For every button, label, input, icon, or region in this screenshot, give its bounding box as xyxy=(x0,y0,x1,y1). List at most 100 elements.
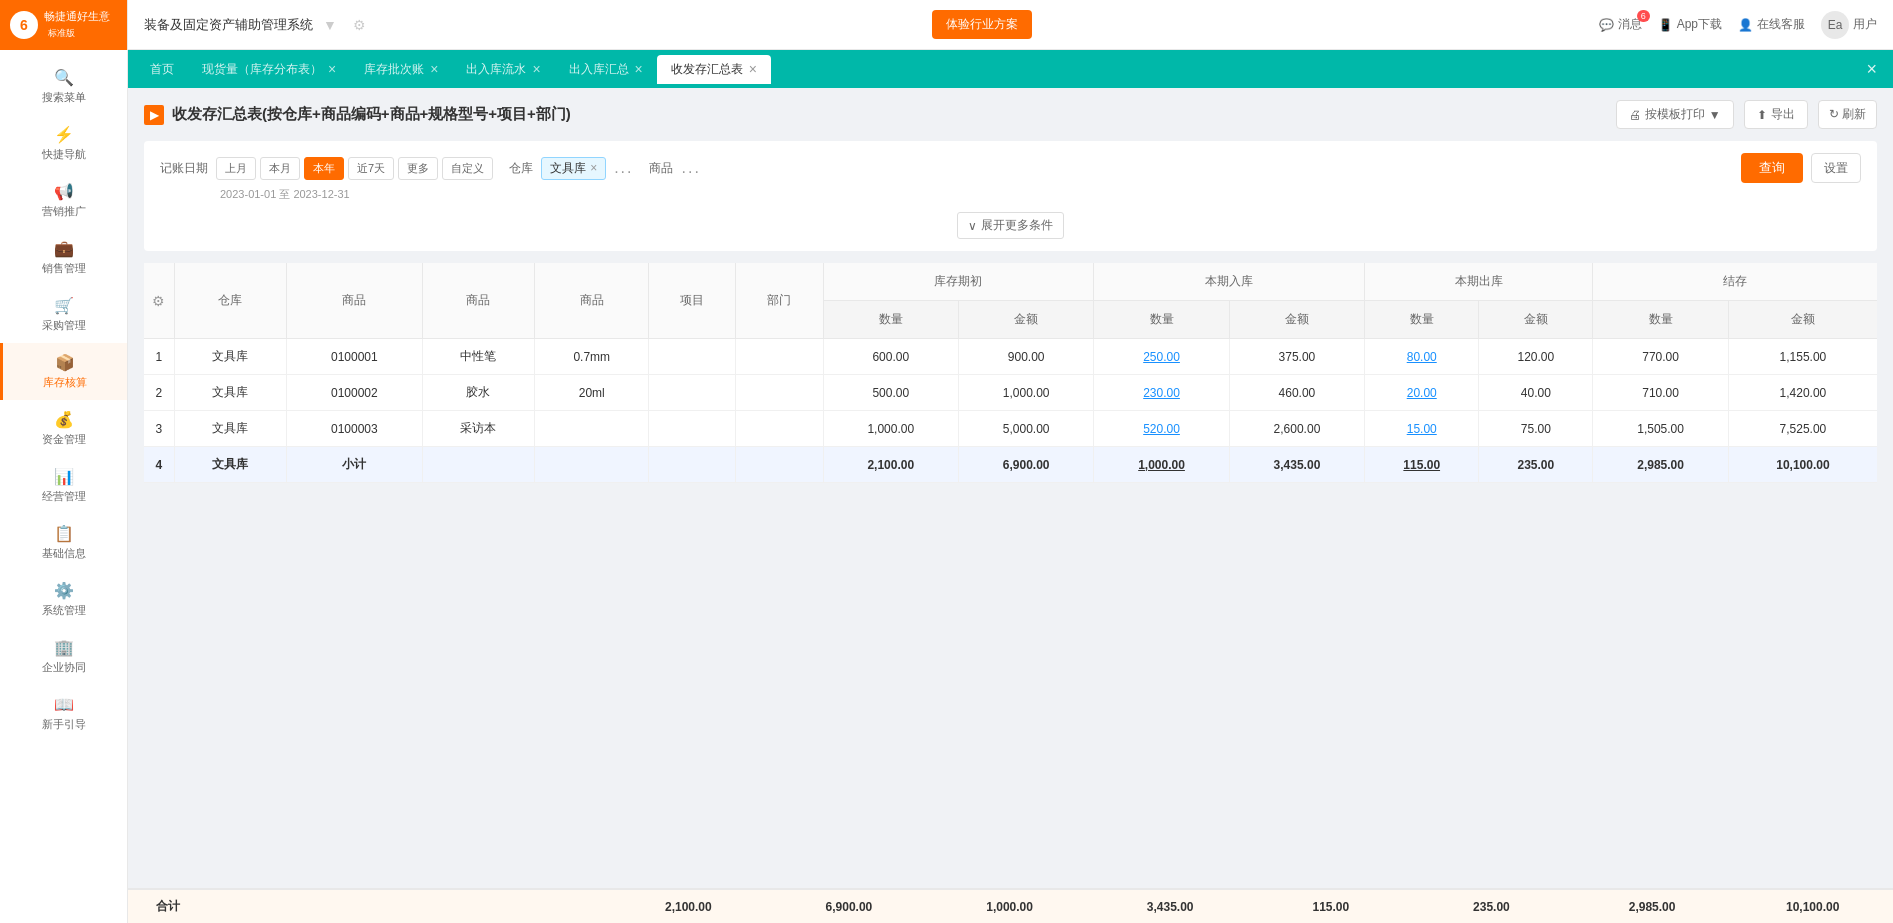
date-btn-7days[interactable]: 近7天 xyxy=(348,157,394,180)
tab-bar-close[interactable]: × xyxy=(1858,59,1885,80)
sidebar-item-label: 库存核算 xyxy=(43,375,87,390)
tab-inout-flow-close[interactable]: × xyxy=(532,62,540,76)
expand-conditions-btn[interactable]: ∨ 展开更多条件 xyxy=(957,212,1064,239)
goods-dots[interactable]: ... xyxy=(681,159,700,177)
query-btn[interactable]: 查询 xyxy=(1741,153,1803,183)
footer-in-qty: 1,000.00 xyxy=(929,900,1090,914)
logo-tag: 标准版 xyxy=(44,26,110,41)
footer-out-amt: 235.00 xyxy=(1411,900,1572,914)
date-btn-prev-month[interactable]: 上月 xyxy=(216,157,256,180)
sidebar-item-search[interactable]: 🔍 搜索菜单 xyxy=(0,58,127,115)
td-in-qty[interactable]: 520.00 xyxy=(1094,411,1229,447)
tab-recv-send[interactable]: 收发存汇总表 × xyxy=(657,55,771,84)
sidebar-item-quick-nav[interactable]: ⚡ 快捷导航 xyxy=(0,115,127,172)
sidebar-item-inventory[interactable]: 📦 库存核算 xyxy=(0,343,127,400)
chevron-down-icon: ▼ xyxy=(1709,108,1721,122)
settings-icon[interactable]: ⚙ xyxy=(353,17,366,33)
sidebar-item-label: 系统管理 xyxy=(42,603,86,618)
tab-batch-close[interactable]: × xyxy=(430,62,438,76)
try-btn[interactable]: 体验行业方案 xyxy=(932,10,1032,39)
tab-batch[interactable]: 库存批次账 × xyxy=(350,55,452,84)
tab-inventory-dist-close[interactable]: × xyxy=(328,62,336,76)
sidebar-item-guide[interactable]: 📖 新手引导 xyxy=(0,685,127,742)
sidebar-item-purchase[interactable]: 🛒 采购管理 xyxy=(0,286,127,343)
th-closing-qty: 数量 xyxy=(1593,301,1728,339)
sidebar-item-basic-info[interactable]: 📋 基础信息 xyxy=(0,514,127,571)
summary-table: ⚙ 仓库 商品 商品 商品 项目 部门 库存期初 本期入库 本期出库 结存 xyxy=(144,263,1877,483)
tab-inout-summary-close[interactable]: × xyxy=(635,62,643,76)
tab-inout-flow[interactable]: 出入库流水 × xyxy=(452,55,554,84)
footer-cells: 2,100.00 6,900.00 1,000.00 3,435.00 115.… xyxy=(608,900,1893,914)
date-btn-more[interactable]: 更多 xyxy=(398,157,438,180)
export-btn[interactable]: ⬆ 导出 xyxy=(1744,100,1808,129)
th-department: 部门 xyxy=(736,263,823,339)
sidebar-item-finance[interactable]: 💰 资金管理 xyxy=(0,400,127,457)
sidebar-item-label: 新手引导 xyxy=(42,717,86,732)
collapse-btn[interactable]: ▶ xyxy=(144,105,164,125)
sidebar-item-enterprise[interactable]: 🏢 企业协同 xyxy=(0,628,127,685)
refresh-btn[interactable]: ↻ 刷新 xyxy=(1818,100,1877,129)
td-in-qty[interactable]: 250.00 xyxy=(1094,339,1229,375)
td-out-qty[interactable]: 80.00 xyxy=(1365,339,1479,375)
table-settings-icon[interactable]: ⚙ xyxy=(152,293,165,309)
print-icon: 🖨 xyxy=(1629,108,1641,122)
export-icon: ⬆ xyxy=(1757,108,1767,122)
user-menu[interactable]: Ea 用户 xyxy=(1821,11,1877,39)
table-row: 1 文具库 0100001 中性笔 0.7mm 600.00 900.00 25… xyxy=(144,339,1877,375)
footer-opening-amt: 6,900.00 xyxy=(769,900,930,914)
td-code: 0100003 xyxy=(287,411,422,447)
td-out-qty[interactable]: 20.00 xyxy=(1365,375,1479,411)
print-btn[interactable]: 🖨 按模板打印 ▼ xyxy=(1616,100,1734,129)
tab-home[interactable]: 首页 xyxy=(136,55,188,84)
td-out-qty[interactable]: 115.00 xyxy=(1365,447,1479,483)
date-btn-this-month[interactable]: 本月 xyxy=(260,157,300,180)
th-closing-group: 结存 xyxy=(1593,263,1877,301)
date-btn-custom[interactable]: 自定义 xyxy=(442,157,493,180)
td-project xyxy=(649,339,736,375)
td-department xyxy=(736,339,823,375)
tab-inout-summary[interactable]: 出入库汇总 × xyxy=(555,55,657,84)
sidebar-item-label: 基础信息 xyxy=(42,546,86,561)
online-service-label: 在线客服 xyxy=(1757,16,1805,33)
guide-icon: 📖 xyxy=(54,695,74,714)
td-in-qty[interactable]: 230.00 xyxy=(1094,375,1229,411)
tab-inventory-dist-label: 现货量（库存分布表） xyxy=(202,61,322,78)
online-service-btn[interactable]: 👤 在线客服 xyxy=(1738,16,1805,33)
date-btn-this-year[interactable]: 本年 xyxy=(304,157,344,180)
td-in-qty[interactable]: 1,000.00 xyxy=(1094,447,1229,483)
data-table: ⚙ 仓库 商品 商品 商品 项目 部门 库存期初 本期入库 本期出库 结存 xyxy=(144,263,1877,483)
subtotal-row: 4 文具库 小计 2,100.00 6,900.00 1,000.00 3,43… xyxy=(144,447,1877,483)
th-goods-name: 商品 xyxy=(422,263,535,339)
sidebar-nav: 🔍 搜索菜单 ⚡ 快捷导航 📢 营销推广 💼 销售管理 🛒 采购管理 📦 库存核… xyxy=(0,50,127,923)
sidebar-item-marketing[interactable]: 📢 营销推广 xyxy=(0,172,127,229)
tab-recv-send-close[interactable]: × xyxy=(749,62,757,76)
th-opening-group: 库存期初 xyxy=(823,263,1094,301)
table-footer: 合计 2,100.00 6,900.00 1,000.00 3,435.00 1… xyxy=(128,888,1893,923)
warehouse-dots[interactable]: ... xyxy=(614,159,633,177)
topbar-center: 体验行业方案 xyxy=(932,10,1032,39)
chevron-down-icon: ∨ xyxy=(968,219,977,233)
td-opening-amt: 5,000.00 xyxy=(958,411,1093,447)
sidebar-item-sales[interactable]: 💼 销售管理 xyxy=(0,229,127,286)
td-closing-amt: 7,525.00 xyxy=(1728,411,1877,447)
td-subtotal-label: 小计 xyxy=(287,447,422,483)
sidebar-item-system[interactable]: ⚙️ 系统管理 xyxy=(0,571,127,628)
td-name: 中性笔 xyxy=(422,339,535,375)
app-download-btn[interactable]: 📱 App下载 xyxy=(1658,16,1722,33)
messages-btn[interactable]: 💬 消息 6 xyxy=(1599,16,1642,33)
warehouse-tag-close[interactable]: × xyxy=(590,161,597,175)
tab-batch-label: 库存批次账 xyxy=(364,61,424,78)
td-spec: 20ml xyxy=(535,375,649,411)
td-opening-qty: 2,100.00 xyxy=(823,447,958,483)
td-code: 0100002 xyxy=(287,375,422,411)
td-closing-qty: 770.00 xyxy=(1593,339,1728,375)
marketing-icon: 📢 xyxy=(54,182,74,201)
setting-btn[interactable]: 设置 xyxy=(1811,153,1861,183)
topbar: 装备及固定资产辅助管理系统 ▼ ⚙ 体验行业方案 💬 消息 6 📱 App下载 … xyxy=(128,0,1893,50)
sidebar-item-operations[interactable]: 📊 经营管理 xyxy=(0,457,127,514)
td-in-amt: 460.00 xyxy=(1229,375,1364,411)
td-out-qty[interactable]: 15.00 xyxy=(1365,411,1479,447)
main-content: ▶ 收发存汇总表(按仓库+商品编码+商品+规格型号+项目+部门) 🖨 按模板打印… xyxy=(128,88,1893,923)
tab-inventory-dist[interactable]: 现货量（库存分布表） × xyxy=(188,55,350,84)
td-opening-qty: 500.00 xyxy=(823,375,958,411)
